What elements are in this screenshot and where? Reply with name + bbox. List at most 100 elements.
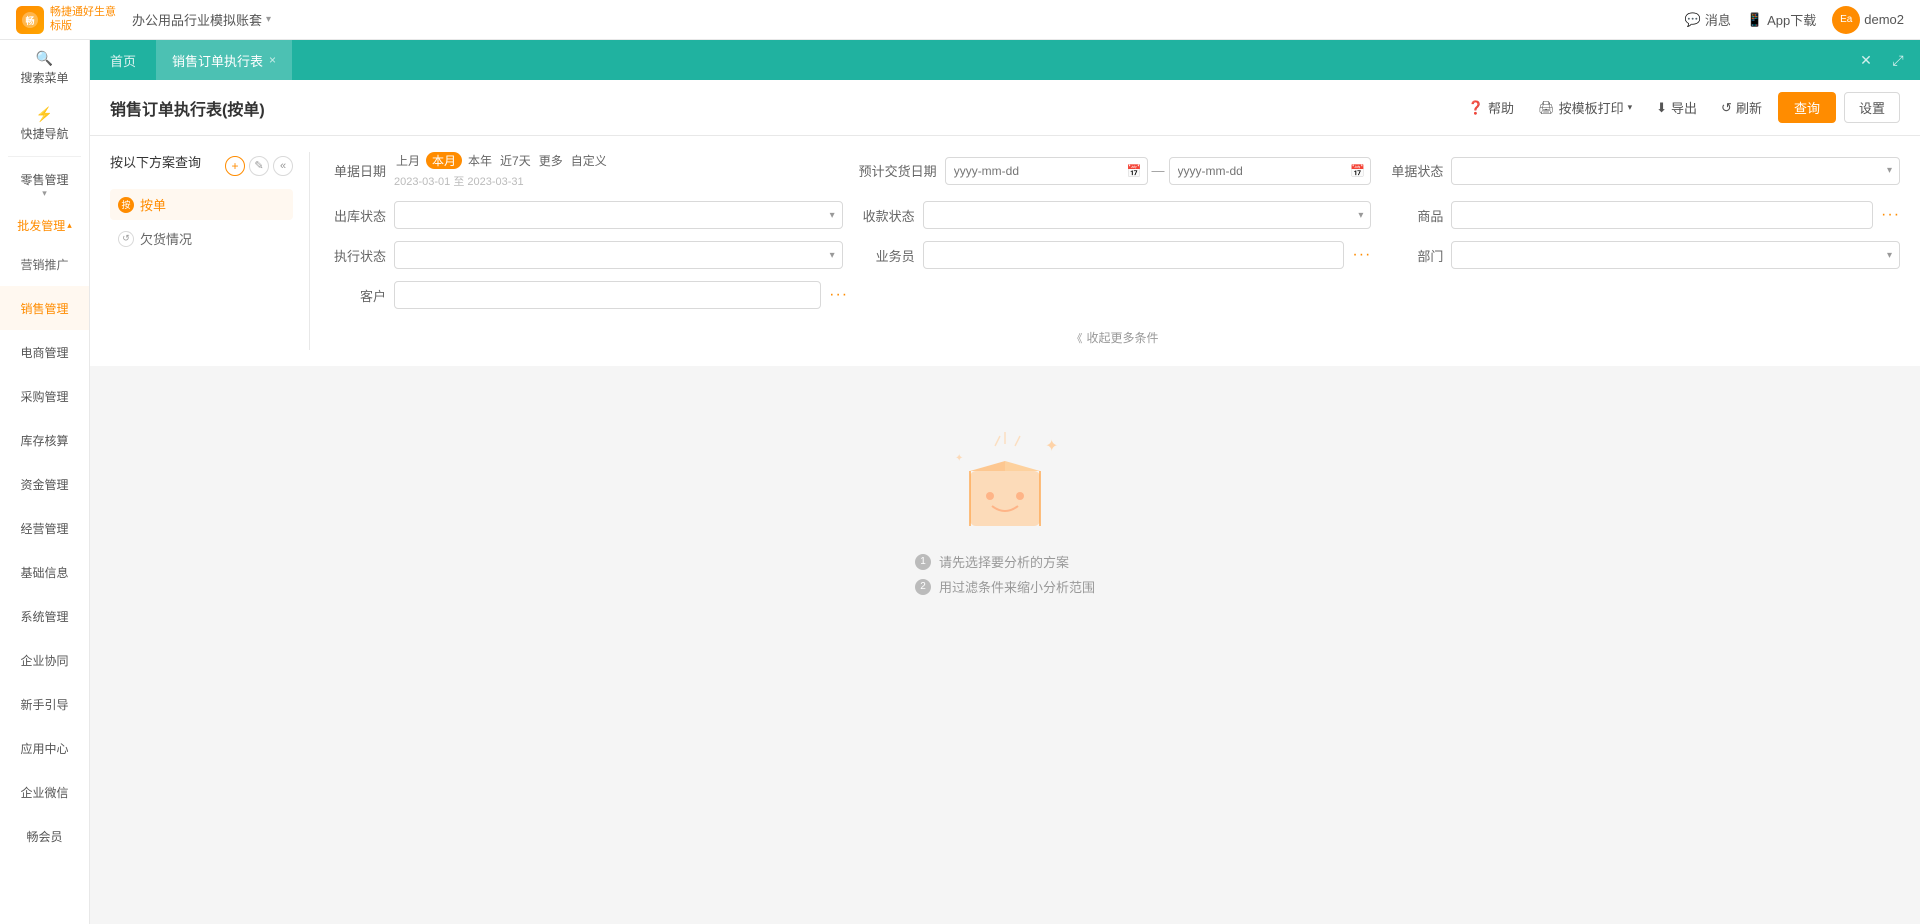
top-header: 畅 畅捷通好生意 标版 办公用品行业模拟账套 ▾ 💬 消息 📱 App下载 Ea…	[0, 0, 1920, 40]
sidebar-item-ecommerce[interactable]: 电商管理	[0, 330, 89, 374]
user-profile[interactable]: Ea demo2	[1832, 6, 1904, 34]
sidebar-item-basic-info[interactable]: 基础信息	[0, 550, 89, 594]
query-button[interactable]: 查询	[1778, 92, 1836, 123]
payment-group: 收款状态 ▾	[859, 201, 1372, 229]
outbound-group: 出库状态 ▾	[330, 201, 843, 229]
sidebar-item-inventory[interactable]: 库存核算	[0, 418, 89, 462]
sidebar-subitem-sales[interactable]: 销售管理	[0, 286, 89, 330]
chevron-down-icon: ▾	[266, 14, 271, 25]
salesperson-group: 业务员 ···	[859, 241, 1372, 269]
empty-illustration: ✦ ✦	[945, 426, 1065, 536]
sidebar-item-guide[interactable]: 新手引导	[0, 682, 89, 726]
edit-plan-button[interactable]: ✎	[249, 156, 269, 176]
sidebar-item-enterprise[interactable]: 企业协同	[0, 638, 89, 682]
logo-area: 畅 畅捷通好生意 标版	[16, 6, 116, 34]
page-header: 销售订单执行表(按单) ❓ 帮助 🖨 按模板打印 ▾ ⬇ 导出	[90, 80, 1920, 136]
sidebar-item-appcenter[interactable]: 应用中心	[0, 726, 89, 770]
tab-restore-button[interactable]: ⤢	[1884, 46, 1912, 74]
app-download-button[interactable]: 📱 App下载	[1747, 10, 1816, 29]
sidebar-item-retail[interactable]: 零售管理 ▾	[0, 161, 89, 209]
last-month-btn[interactable]: 上月	[394, 152, 422, 169]
dept-select[interactable]	[1451, 241, 1900, 269]
filter-section: 按以下方案查询 + ✎ « 按	[90, 136, 1920, 366]
status-label: 单据状态	[1387, 161, 1443, 180]
add-plan-button[interactable]: +	[225, 156, 245, 176]
date-label: 单据日期	[330, 161, 386, 180]
sidebar-item-system[interactable]: 系统管理	[0, 594, 89, 638]
svg-text:✦: ✦	[955, 453, 963, 464]
this-year-btn[interactable]: 本年	[466, 152, 494, 169]
sidebar-item-purchase[interactable]: 采购管理	[0, 374, 89, 418]
page-content: 销售订单执行表(按单) ❓ 帮助 🖨 按模板打印 ▾ ⬇ 导出	[90, 80, 1920, 924]
tab-close-window-button[interactable]: ✕	[1852, 46, 1880, 74]
export-icon: ⬇	[1656, 100, 1667, 116]
tab-home[interactable]: 首页	[90, 40, 156, 80]
svg-text:✦: ✦	[1045, 438, 1058, 455]
customer-input[interactable]	[394, 281, 821, 309]
sidebar-item-shortcuts[interactable]: ⚡ 快捷导航	[0, 96, 89, 152]
salesperson-input[interactable]	[923, 241, 1345, 269]
hint-num-1: 1	[915, 554, 931, 570]
sidebar-item-finance[interactable]: 资金管理	[0, 462, 89, 506]
sub-plan-item[interactable]: ↺ 欠货情况	[110, 224, 293, 253]
expected-date-group: 预计交货日期 📅 — 📅	[859, 157, 1372, 185]
sidebar-item-member[interactable]: 畅会员	[0, 814, 89, 858]
sidebar-subitem-marketing[interactable]: 营销推广	[0, 242, 89, 286]
download-icon: 📱	[1747, 12, 1763, 28]
date-end-input[interactable]	[1169, 157, 1372, 185]
goods-input[interactable]	[1451, 201, 1873, 229]
app-selector[interactable]: 办公用品行业模拟账套 ▾	[124, 6, 279, 33]
sidebar-item-search[interactable]: 🔍 搜索菜单	[0, 40, 89, 96]
export-button[interactable]: ⬇ 导出	[1648, 94, 1705, 121]
content-area: 首页 销售订单执行表 × ✕ ⤢ 销售订单执行表(按单)	[90, 40, 1920, 924]
status-select[interactable]	[1451, 157, 1900, 185]
exec-select[interactable]	[394, 241, 843, 269]
outbound-select[interactable]	[394, 201, 843, 229]
this-month-btn[interactable]: 本月	[426, 152, 462, 169]
print-button[interactable]: 🖨 按模板打印 ▾	[1530, 94, 1640, 121]
chevron-icon: ▾	[42, 188, 47, 199]
goods-label: 商品	[1387, 206, 1443, 225]
arrow-up-icon: ▴	[67, 220, 72, 231]
last7days-btn[interactable]: 近7天	[498, 152, 533, 169]
print-arrow-icon: ▾	[1628, 102, 1633, 113]
custom-date-btn[interactable]: 自定义	[569, 152, 609, 169]
settings-button[interactable]: 设置	[1844, 92, 1900, 123]
outbound-select-wrap: ▾	[394, 201, 843, 229]
tab-active[interactable]: 销售订单执行表 ×	[156, 40, 292, 80]
logo-icon: 畅	[16, 6, 44, 34]
refresh-button[interactable]: ↺ 刷新	[1713, 94, 1770, 121]
sidebar: 🔍 搜索菜单 ⚡ 快捷导航 零售管理 ▾ 批发管理 ▴ 营销推广 销售管理 电商…	[0, 40, 90, 924]
exec-label: 执行状态	[330, 246, 386, 265]
close-window-icon: ✕	[1860, 52, 1872, 69]
empty-svg: ✦ ✦	[945, 426, 1065, 536]
payment-select[interactable]	[923, 201, 1372, 229]
date-shortcuts: 上月 本月 本年 近7天 更多 自定义	[394, 152, 843, 169]
filter-row-3: 执行状态 ▾ 业务员 ···	[330, 241, 1900, 269]
avatar: Ea	[1832, 6, 1860, 34]
more-date-btn[interactable]: 更多	[537, 152, 565, 169]
sub-plan-icon: ↺	[118, 231, 134, 247]
collapse-more-button[interactable]: 《 收起更多条件	[330, 321, 1900, 350]
date-start-input[interactable]	[945, 157, 1148, 185]
filter-row-4: 客户 ···	[330, 281, 1900, 309]
collapse-plan-button[interactable]: «	[273, 156, 293, 176]
page-actions: ❓ 帮助 🖨 按模板打印 ▾ ⬇ 导出 ↺ 刷新	[1460, 92, 1900, 123]
plan-item-active[interactable]: 按 按单	[110, 189, 293, 220]
search-icon: 🔍	[36, 50, 53, 67]
expected-date-label: 预计交货日期	[859, 161, 937, 180]
sidebar-item-wholesale[interactable]: 批发管理 ▴	[0, 209, 89, 242]
help-button[interactable]: ❓ 帮助	[1460, 94, 1522, 121]
goods-more-icon[interactable]: ···	[1881, 206, 1900, 224]
sidebar-item-wechat[interactable]: 企业微信	[0, 770, 89, 814]
tab-close-button[interactable]: ×	[269, 53, 276, 67]
status-select-wrap: ▾	[1451, 157, 1900, 185]
sidebar-divider	[8, 156, 81, 157]
salesperson-more-icon[interactable]: ···	[1352, 246, 1371, 264]
message-button[interactable]: 💬 消息	[1685, 10, 1731, 29]
customer-more-icon[interactable]: ···	[829, 286, 848, 304]
filter-left-actions: + ✎ «	[225, 156, 293, 176]
date-range-inputs: 📅 — 📅	[945, 157, 1372, 185]
help-icon: ❓	[1468, 100, 1484, 116]
sidebar-item-operations[interactable]: 经营管理	[0, 506, 89, 550]
